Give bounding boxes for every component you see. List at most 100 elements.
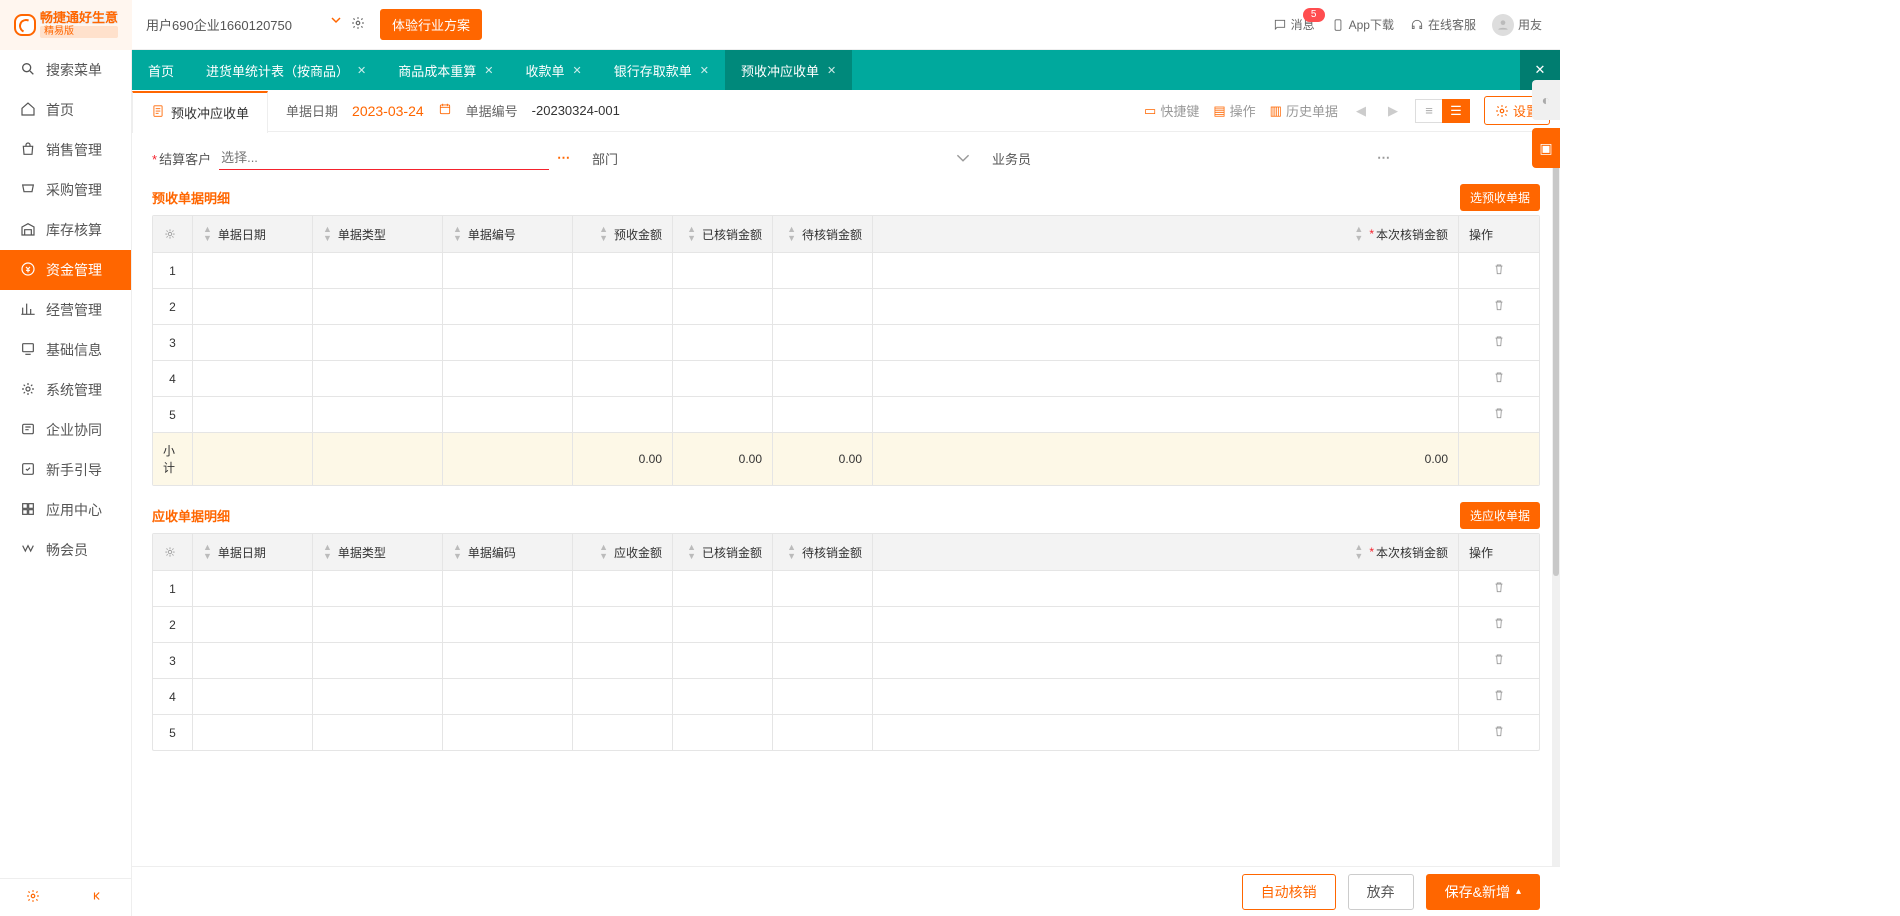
view-more-icon[interactable]: ☰ bbox=[1442, 99, 1470, 123]
table-row[interactable]: 1 bbox=[153, 252, 1539, 288]
messages-button[interactable]: 消息 bbox=[1273, 16, 1315, 33]
sidebar-item-1[interactable]: 首页 bbox=[0, 90, 131, 130]
receivable-table: ▲▼单据日期 ▲▼单据类型 ▲▼单据编码 ▲▼应收金额 ▲▼已核销金额 ▲▼待核… bbox=[152, 533, 1540, 751]
table-row[interactable]: 5 bbox=[153, 396, 1539, 432]
sidebar-item-6[interactable]: 经营管理 bbox=[0, 290, 131, 330]
logo[interactable]: 畅捷通好生意 精易版 bbox=[0, 0, 132, 50]
tab-close-icon[interactable]: ✕ bbox=[357, 64, 366, 77]
money-icon bbox=[20, 261, 36, 280]
sidebar-collapse-icon[interactable] bbox=[66, 879, 132, 916]
subtab-active[interactable]: 预收冲应收单 bbox=[132, 91, 268, 133]
gear-icon bbox=[20, 381, 36, 400]
sidebar-item-0[interactable]: 搜索菜单 bbox=[0, 50, 131, 90]
delete-row-icon[interactable] bbox=[1492, 580, 1506, 597]
dept-select[interactable] bbox=[626, 147, 972, 170]
select-prepay-button[interactable]: 选预收单据 bbox=[1460, 184, 1540, 211]
online-service-button[interactable]: 在线客服 bbox=[1410, 16, 1476, 33]
app-download-button[interactable]: App下载 bbox=[1331, 16, 1394, 33]
tab-0[interactable]: 首页 bbox=[132, 50, 190, 90]
section-receivable-title: 应收单据明细 bbox=[152, 506, 230, 525]
doc-date[interactable]: 2023-03-24 bbox=[352, 103, 424, 119]
tab-close-icon[interactable]: ✕ bbox=[827, 64, 836, 77]
rail-toggle-icon[interactable]: ◐ bbox=[1532, 80, 1560, 120]
headset-icon bbox=[1410, 18, 1424, 32]
chevron-down-icon bbox=[956, 151, 970, 165]
tabbar: 首页进货单统计表（按商品）✕商品成本重算✕收款单✕银行存取款单✕预收冲应收单✕✕ bbox=[132, 50, 1560, 90]
sidebar-item-8[interactable]: 系统管理 bbox=[0, 370, 131, 410]
trial-plan-button[interactable]: 体验行业方案 bbox=[380, 9, 482, 40]
next-doc-icon[interactable]: ▶ bbox=[1384, 103, 1402, 119]
salesman-input[interactable] bbox=[1039, 154, 1369, 163]
delete-row-icon[interactable] bbox=[1492, 370, 1506, 387]
delete-row-icon[interactable] bbox=[1492, 262, 1506, 279]
tab-close-icon[interactable]: ✕ bbox=[700, 64, 709, 77]
table-row[interactable]: 2 bbox=[153, 606, 1539, 642]
company-select[interactable]: 用户690企业1660120750 bbox=[146, 15, 341, 34]
tab-close-icon[interactable]: ✕ bbox=[484, 64, 493, 77]
tab-3[interactable]: 收款单 ✕ bbox=[509, 50, 597, 90]
save-and-new-button[interactable]: 保存&新增▴ bbox=[1426, 874, 1540, 910]
calendar-icon[interactable] bbox=[438, 102, 452, 119]
tab-1[interactable]: 进货单统计表（按商品）✕ bbox=[190, 50, 382, 90]
main: 首页进货单统计表（按商品）✕商品成本重算✕收款单✕银行存取款单✕预收冲应收单✕✕… bbox=[132, 50, 1560, 916]
delete-row-icon[interactable] bbox=[1492, 688, 1506, 705]
document-icon bbox=[151, 104, 165, 121]
sidebar-item-3[interactable]: 采购管理 bbox=[0, 170, 131, 210]
col-config-icon[interactable] bbox=[153, 216, 193, 252]
cart-icon bbox=[20, 181, 36, 200]
sidebar-item-label: 经营管理 bbox=[46, 300, 102, 320]
tab-4[interactable]: 银行存取款单✕ bbox=[598, 50, 725, 90]
col-config-icon-2[interactable] bbox=[153, 534, 193, 570]
scrollbar[interactable] bbox=[1552, 142, 1560, 866]
table-row[interactable]: 3 bbox=[153, 642, 1539, 678]
sidebar-item-5[interactable]: 资金管理 bbox=[0, 250, 131, 290]
tab-label: 商品成本重算 bbox=[398, 61, 476, 80]
table-row[interactable]: 4 bbox=[153, 360, 1539, 396]
table-row[interactable]: 3 bbox=[153, 324, 1539, 360]
tab-5[interactable]: 预收冲应收单✕ bbox=[725, 50, 852, 90]
user-menu[interactable]: 用友 bbox=[1492, 14, 1542, 36]
table-row[interactable]: 5 bbox=[153, 714, 1539, 750]
apps-icon bbox=[20, 501, 36, 520]
customer-lookup-icon[interactable]: ⋯ bbox=[557, 150, 572, 166]
delete-row-icon[interactable] bbox=[1492, 334, 1506, 351]
delete-row-icon[interactable] bbox=[1492, 616, 1506, 633]
delete-row-icon[interactable] bbox=[1492, 724, 1506, 741]
tab-2[interactable]: 商品成本重算 ✕ bbox=[382, 50, 509, 90]
table-row[interactable]: 1 bbox=[153, 570, 1539, 606]
table-row[interactable]: 2 bbox=[153, 288, 1539, 324]
sidebar-item-7[interactable]: 基础信息 bbox=[0, 330, 131, 370]
sidebar-item-12[interactable]: 畅会员 bbox=[0, 530, 131, 570]
salesman-lookup-icon[interactable]: ⋯ bbox=[1377, 150, 1392, 166]
logo-icon bbox=[14, 14, 36, 36]
delete-row-icon[interactable] bbox=[1492, 652, 1506, 669]
delete-row-icon[interactable] bbox=[1492, 298, 1506, 315]
sidebar-item-2[interactable]: 销售管理 bbox=[0, 130, 131, 170]
rail-action-icon[interactable]: ▣ bbox=[1532, 128, 1560, 168]
view-less-icon[interactable]: ≡ bbox=[1415, 99, 1443, 123]
logo-text-sub: 精易版 bbox=[40, 26, 118, 38]
history-link[interactable]: ▥历史单据 bbox=[1270, 101, 1338, 120]
operate-link[interactable]: ▤操作 bbox=[1213, 101, 1255, 120]
auto-writeoff-button[interactable]: 自动核销 bbox=[1242, 874, 1336, 910]
tab-close-icon[interactable]: ✕ bbox=[573, 64, 582, 77]
warehouse-icon bbox=[20, 221, 36, 240]
scrollbar-thumb[interactable] bbox=[1553, 142, 1559, 576]
customer-input[interactable] bbox=[219, 146, 549, 170]
sidebar-item-4[interactable]: 库存核算 bbox=[0, 210, 131, 250]
sidebar-item-10[interactable]: 新手引导 bbox=[0, 450, 131, 490]
discard-button[interactable]: 放弃 bbox=[1348, 874, 1414, 910]
sidebar-settings-icon[interactable] bbox=[0, 879, 66, 916]
sidebar-item-label: 销售管理 bbox=[46, 140, 102, 160]
company-settings-icon[interactable] bbox=[351, 16, 365, 33]
sidebar-item-9[interactable]: 企业协同 bbox=[0, 410, 131, 450]
table-row[interactable]: 4 bbox=[153, 678, 1539, 714]
shortcut-link[interactable]: ▭快捷键 bbox=[1144, 101, 1199, 120]
doc-code: -20230324-001 bbox=[532, 103, 620, 118]
prev-doc-icon[interactable]: ◀ bbox=[1352, 103, 1370, 119]
tab-label: 收款单 bbox=[525, 61, 564, 80]
section-prepay-title: 预收单据明细 bbox=[152, 188, 230, 207]
sidebar-item-11[interactable]: 应用中心 bbox=[0, 490, 131, 530]
delete-row-icon[interactable] bbox=[1492, 406, 1506, 423]
select-receivable-button[interactable]: 选应收单据 bbox=[1460, 502, 1540, 529]
